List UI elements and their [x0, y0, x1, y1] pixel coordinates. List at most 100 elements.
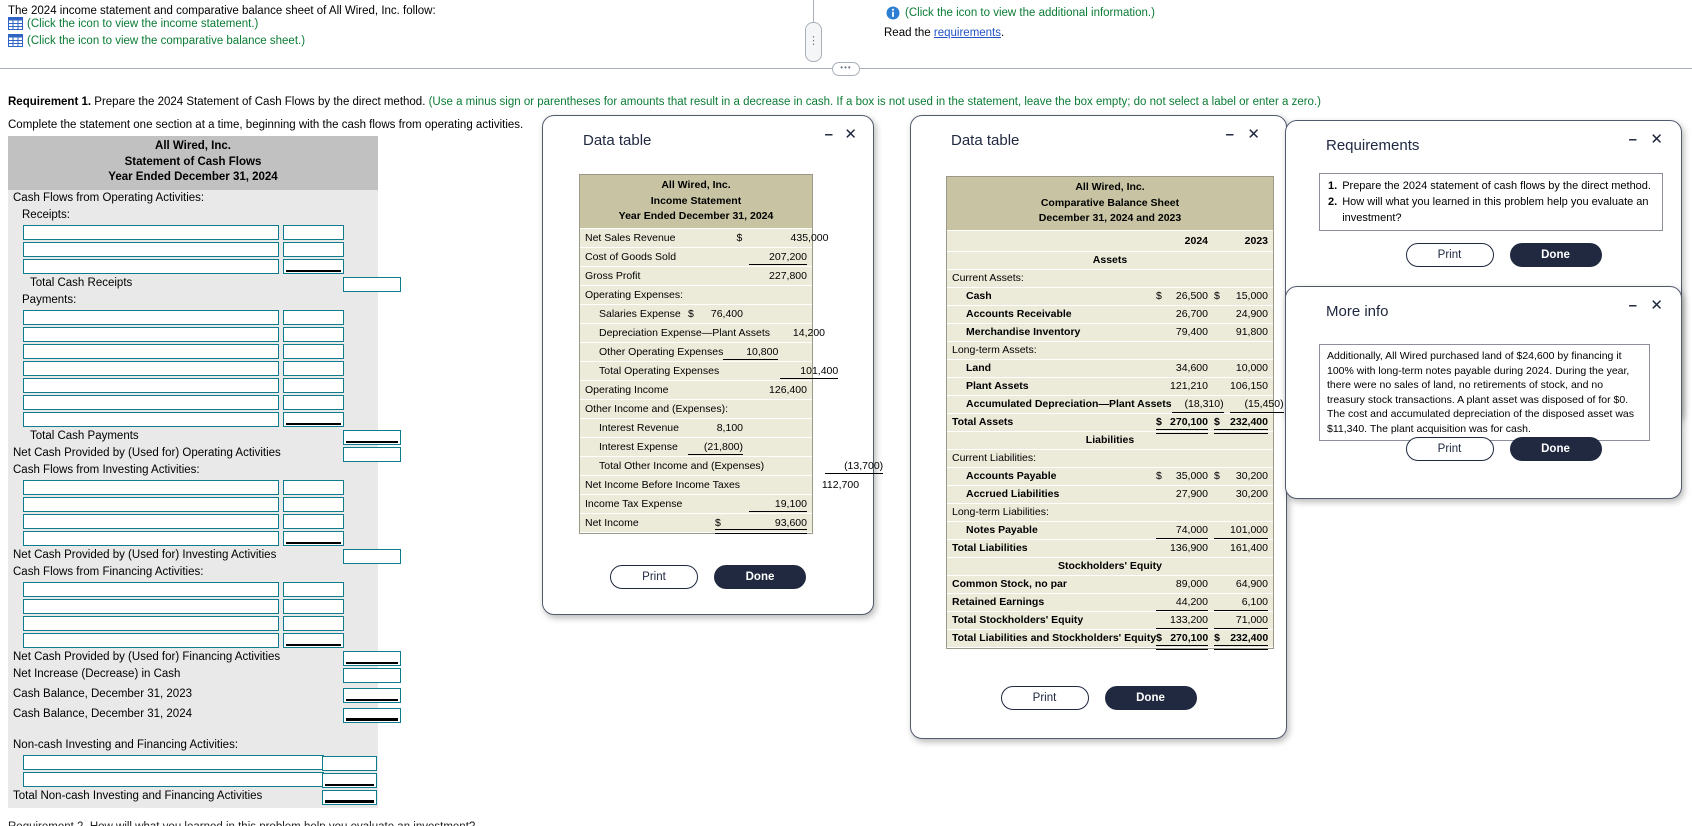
minimize-icon[interactable]: – — [1629, 297, 1637, 315]
dialog-title: Requirements — [1326, 137, 1420, 154]
balance-table-icon[interactable] — [8, 34, 23, 47]
noncash-label-select-1[interactable] — [23, 754, 324, 770]
noncash-amount-1[interactable] — [322, 755, 377, 771]
payment-label-select-3[interactable] — [23, 343, 279, 359]
total-payments-input[interactable] — [343, 429, 401, 445]
done-button[interactable]: Done — [1509, 243, 1602, 267]
investing-label-select-1[interactable] — [23, 479, 279, 495]
financing-label-select-1[interactable] — [23, 581, 279, 597]
table-row: Common Stock, no par 89,000 64,900 — [947, 576, 1273, 594]
investing-label-select-2[interactable] — [23, 496, 279, 512]
net-increase-input[interactable] — [343, 667, 401, 683]
noncash-amount-2[interactable] — [322, 772, 377, 788]
cash-flow-statement-form: All Wired, Inc. Statement of Cash Flows … — [8, 136, 401, 808]
info-icon[interactable] — [886, 6, 901, 20]
investing-label-select-3[interactable] — [23, 513, 279, 529]
payment-amount-4[interactable] — [283, 360, 344, 376]
payment-amount-7[interactable] — [283, 411, 344, 427]
net-investing-input[interactable] — [343, 548, 401, 564]
financing-amount-4[interactable] — [283, 632, 344, 648]
horizontal-divider-handle[interactable]: ••• — [832, 62, 860, 76]
noncash-label-select-2[interactable] — [23, 771, 324, 787]
payment-label-select-1[interactable] — [23, 309, 279, 325]
investing-amount-1[interactable] — [283, 479, 344, 495]
close-icon[interactable]: ✕ — [1650, 297, 1663, 315]
payment-label-select-5[interactable] — [23, 377, 279, 393]
payment-label-select-6[interactable] — [23, 394, 279, 410]
receipt-amount-2[interactable] — [283, 241, 344, 257]
table-row: Retained Earnings 44,200 6,100 — [947, 594, 1273, 612]
print-button[interactable]: Print — [610, 565, 698, 589]
receipt-label-select-3[interactable] — [23, 258, 279, 274]
print-button[interactable]: Print — [1000, 686, 1089, 710]
payment-label-select-2[interactable] — [23, 326, 279, 342]
cash-balance-2023-input[interactable] — [343, 687, 401, 703]
year-header-row: 2024 2023 — [947, 231, 1273, 252]
investing-amount-3[interactable] — [283, 513, 344, 529]
minimize-icon[interactable]: – — [1226, 126, 1234, 144]
print-button[interactable]: Print — [1405, 243, 1494, 267]
period-text: . — [1001, 27, 1005, 39]
payment-row-3 — [8, 343, 378, 360]
financing-label-select-2[interactable] — [23, 598, 279, 614]
total-receipts-input[interactable] — [343, 276, 401, 292]
section-row: Stockholders' Equity — [947, 558, 1273, 576]
vertical-divider-handle[interactable]: ⋮ — [805, 22, 822, 62]
requirement-item: 1. Prepare the 2024 statement of cash flo… — [1328, 180, 1651, 192]
net-financing-row: Net Cash Provided by (Used for) Financin… — [8, 649, 401, 666]
income-statement-link[interactable]: (Click the icon to view the income state… — [27, 18, 258, 30]
total-noncash-row: Total Non-cash Investing and Financing A… — [8, 788, 378, 805]
read-requirements-line: Read the requirements. — [884, 27, 1004, 39]
receipt-amount-3[interactable] — [283, 258, 344, 274]
requirements-link[interactable]: requirements — [934, 27, 1001, 39]
minimize-icon[interactable]: – — [1629, 131, 1637, 149]
investing-amount-2[interactable] — [283, 496, 344, 512]
clipped-bottom-text: Requirement 2. How will what you learned… — [8, 821, 708, 826]
income-table-header: All Wired, Inc. Income Statement Year Ende… — [580, 175, 812, 229]
additional-info-link[interactable]: (Click the icon to view the additional i… — [905, 7, 1155, 19]
done-button[interactable]: Done — [714, 565, 806, 589]
financing-section-label: Cash Flows from Financing Activities: — [13, 565, 204, 578]
payment-amount-3[interactable] — [283, 343, 344, 359]
payment-row-2 — [8, 326, 378, 343]
done-button[interactable]: Done — [1509, 437, 1602, 461]
financing-amount-3[interactable] — [283, 615, 344, 631]
dialog-buttons: Print Done — [1326, 437, 1681, 461]
minimize-icon[interactable]: – — [825, 126, 833, 144]
done-button[interactable]: Done — [1104, 686, 1197, 710]
dialog-buttons: Print Done — [911, 686, 1286, 710]
investing-row-3 — [8, 513, 378, 530]
income-statement-table: All Wired, Inc. Income Statement Year Ende… — [579, 174, 884, 534]
print-button[interactable]: Print — [1405, 437, 1494, 461]
receipts-label: Receipts: — [22, 208, 70, 221]
balance-sheet-link[interactable]: (Click the icon to view the comparative … — [27, 35, 305, 47]
investing-amount-4[interactable] — [283, 530, 344, 546]
investing-row-4 — [8, 530, 378, 547]
close-icon[interactable]: ✕ — [844, 126, 857, 144]
financing-label-select-4[interactable] — [23, 632, 279, 648]
payment-label-select-7[interactable] — [23, 411, 279, 427]
more-info-text: Additionally, All Wired purchased land o… — [1319, 344, 1650, 441]
total-noncash-input[interactable] — [322, 789, 377, 805]
income-table-icon[interactable] — [8, 17, 23, 30]
payment-amount-1[interactable] — [283, 309, 344, 325]
financing-row-1 — [8, 581, 378, 598]
cash-balance-2024-input[interactable] — [343, 707, 401, 723]
financing-amount-1[interactable] — [283, 581, 344, 597]
receipt-label-select-1[interactable] — [23, 224, 279, 240]
payment-amount-6[interactable] — [283, 394, 344, 410]
close-icon[interactable]: ✕ — [1650, 131, 1663, 149]
payment-amount-5[interactable] — [283, 377, 344, 393]
financing-amount-2[interactable] — [283, 598, 344, 614]
net-financing-input[interactable] — [343, 650, 401, 666]
receipt-amount-1[interactable] — [283, 224, 344, 240]
net-operating-input[interactable] — [343, 446, 401, 462]
income-statement-link-row: (Click the icon to view the income state… — [8, 17, 258, 30]
payment-label-select-4[interactable] — [23, 360, 279, 376]
receipt-label-select-2[interactable] — [23, 241, 279, 257]
close-icon[interactable]: ✕ — [1247, 126, 1260, 144]
form-statement-title: Statement of Cash Flows — [124, 155, 262, 168]
financing-label-select-3[interactable] — [23, 615, 279, 631]
payment-amount-2[interactable] — [283, 326, 344, 342]
investing-label-select-4[interactable] — [23, 530, 279, 546]
